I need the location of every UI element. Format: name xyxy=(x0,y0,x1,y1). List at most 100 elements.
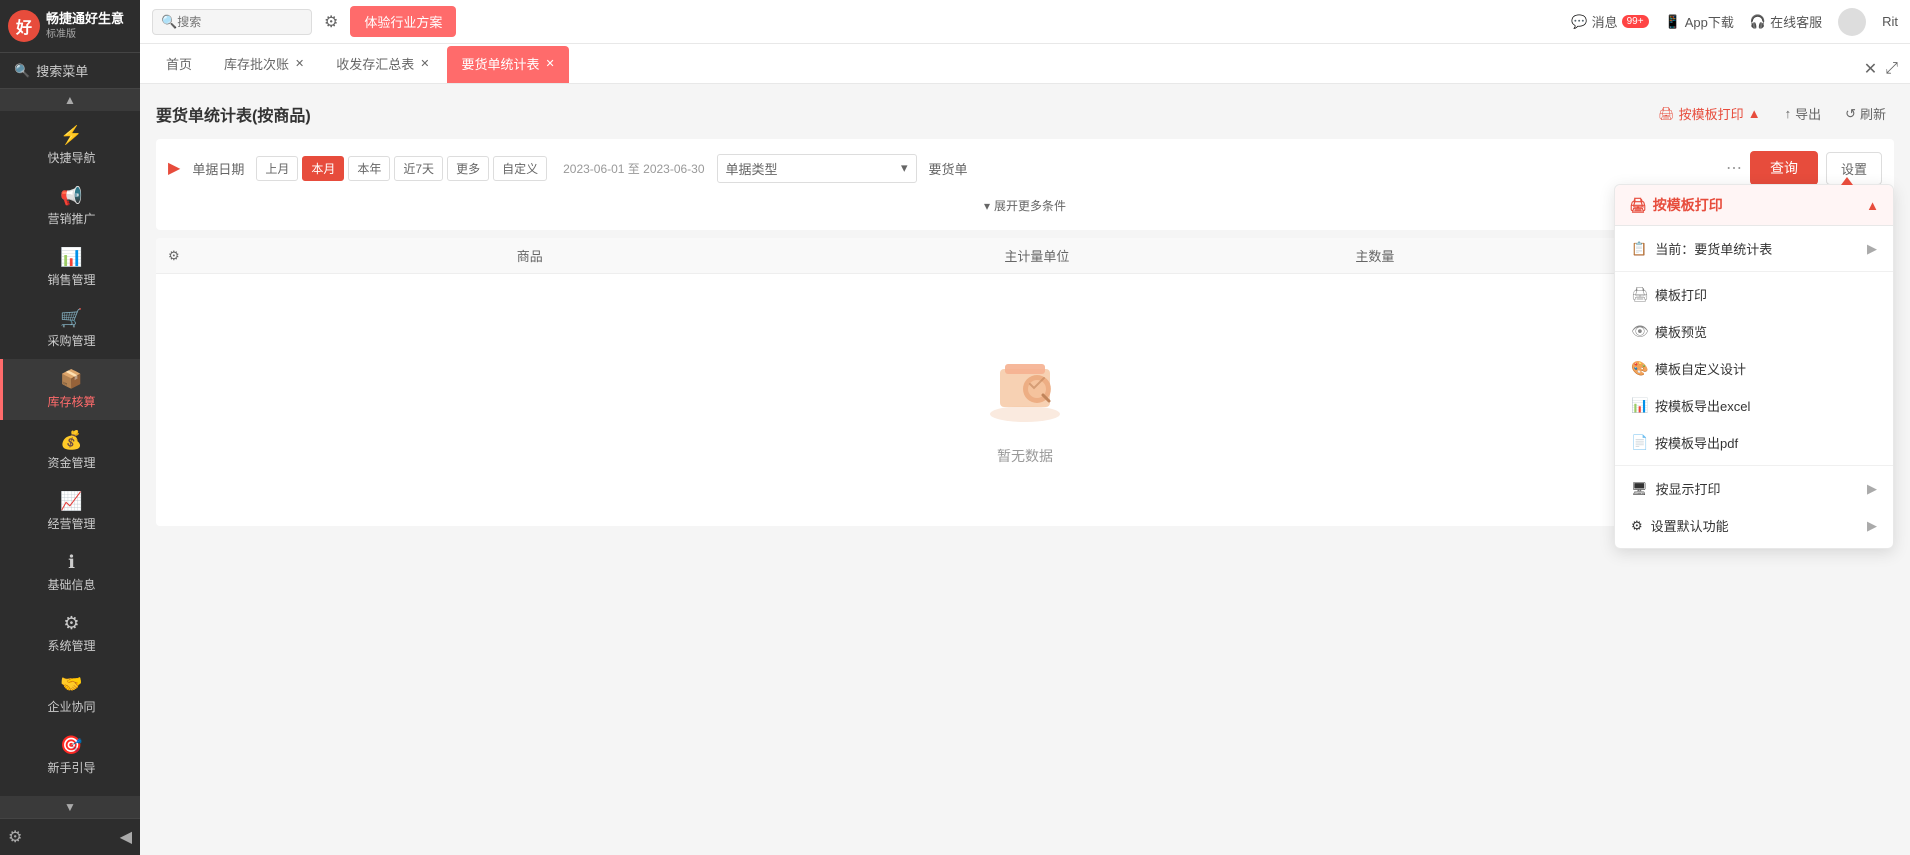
sidebar-item-quick-nav[interactable]: ⚡ 快捷导航 xyxy=(0,115,140,176)
printer-icon: 🖨 xyxy=(1658,106,1675,122)
sidebar-item-cooperation[interactable]: 🤝 企业协同 xyxy=(0,664,140,725)
expand-more-btn[interactable]: ▾ 展开更多条件 xyxy=(972,193,1078,218)
collapse-btn[interactable]: ◀ xyxy=(120,827,132,847)
guide-label: 新手引导 xyxy=(47,759,95,776)
close-all-tabs-btn[interactable]: ✕ xyxy=(1864,59,1877,79)
tab-home-label: 首页 xyxy=(166,54,192,73)
sidebar-item-sales[interactable]: 📊 销售管理 xyxy=(0,237,140,298)
sidebar-item-marketing[interactable]: 📢 营销推广 xyxy=(0,176,140,237)
sidebar-item-system[interactable]: ⚙ 系统管理 xyxy=(0,603,140,664)
sidebar-item-finance[interactable]: 💰 资金管理 xyxy=(0,420,140,481)
set-default-icon: ⚙ xyxy=(1631,518,1643,534)
tab-inventory-batch[interactable]: 库存批次账 ✕ xyxy=(210,46,318,83)
template-custom-label: 模板自定义设计 xyxy=(1655,359,1746,378)
dropdown-item-export-excel[interactable]: 📊 按模板导出excel xyxy=(1615,387,1893,424)
date-btn-custom[interactable]: 自定义 xyxy=(493,156,547,181)
template-print-icon: 🖨 xyxy=(1631,286,1647,303)
sidebar-item-app-center[interactable]: 🔲 应用中心 xyxy=(0,786,140,796)
dropdown-item-template-custom[interactable]: 🎨 模板自定义设计 xyxy=(1615,350,1893,387)
export-btn[interactable]: ↑ 导出 xyxy=(1777,100,1830,127)
sidebar-item-basic[interactable]: ℹ 基础信息 xyxy=(0,542,140,603)
avatar[interactable] xyxy=(1838,8,1866,36)
gear-icon[interactable]: ⚙ xyxy=(320,8,342,36)
purchase-label: 采购管理 xyxy=(47,332,95,349)
search-label: 搜索菜单 xyxy=(36,61,88,80)
expand-icon[interactable]: ▶ xyxy=(168,158,180,178)
date-btn-7days[interactable]: 近7天 xyxy=(394,156,443,181)
maximize-btn[interactable]: ⤢ xyxy=(1885,60,1898,78)
col-product: 商品 xyxy=(192,246,868,265)
page-header: 要货单统计表(按商品) 🖨 按模板打印 ▲ ↑ 导出 ↺ 刷新 xyxy=(156,100,1894,127)
app-download-btn[interactable]: 📱 App下载 xyxy=(1665,12,1734,31)
tab-order-stats-label: 要货单统计表 xyxy=(461,54,539,73)
online-service-label: 在线客服 xyxy=(1770,12,1822,31)
tab-inventory-batch-close[interactable]: ✕ xyxy=(295,57,304,70)
system-icon: ⚙ xyxy=(63,613,79,634)
more-options-icon[interactable]: ⋯ xyxy=(1726,158,1742,178)
sidebar-item-inventory[interactable]: 📦 库存核算 xyxy=(0,359,140,420)
expand-more-label: 展开更多条件 xyxy=(994,197,1066,214)
message-btn[interactable]: 💬 消息 99+ xyxy=(1571,12,1648,31)
tabbar: 首页 库存批次账 ✕ 收发存汇总表 ✕ 要货单统计表 ✕ ✕ ⤢ xyxy=(140,44,1910,84)
tab-receipt-summary[interactable]: 收发存汇总表 ✕ xyxy=(322,46,443,83)
dropdown-set-default[interactable]: ⚙ 设置默认功能 ▶ xyxy=(1615,507,1893,544)
dropdown-item-export-pdf[interactable]: 📄 按模板导出pdf xyxy=(1615,424,1893,461)
trial-btn[interactable]: 体验行业方案 xyxy=(350,6,456,37)
inventory-label: 库存核算 xyxy=(47,393,95,410)
sales-label: 销售管理 xyxy=(47,271,95,288)
display-print-chevron-icon: ▶ xyxy=(1867,481,1877,497)
operations-icon: 📈 xyxy=(60,491,82,512)
tab-receipt-summary-close[interactable]: ✕ xyxy=(420,57,429,70)
settings-btn[interactable]: 设置 xyxy=(1826,152,1882,185)
sidebar-item-guide[interactable]: 🎯 新手引导 xyxy=(0,725,140,786)
table-settings-icon[interactable]: ⚙ xyxy=(168,248,180,264)
order-type-select[interactable]: 单据类型 ▾ xyxy=(717,154,917,183)
tab-order-stats-close[interactable]: ✕ xyxy=(546,57,555,70)
date-btn-this-month[interactable]: 本月 xyxy=(302,156,344,181)
online-service-btn[interactable]: 🎧 在线客服 xyxy=(1750,12,1822,31)
sidebar-nav: ⚡ 快捷导航 📢 营销推广 📊 销售管理 🛒 采购管理 📦 库存核算 💰 资金管… xyxy=(0,111,140,796)
sidebar-search-item[interactable]: 🔍 搜索菜单 xyxy=(0,53,140,89)
current-item-chevron-icon: ▶ xyxy=(1867,241,1877,257)
finance-icon: 💰 xyxy=(60,430,82,451)
date-btn-more[interactable]: 更多 xyxy=(447,156,489,181)
topbar-search-box[interactable]: 🔍 xyxy=(152,9,312,35)
template-print-item-label: 模板打印 xyxy=(1655,285,1707,304)
dropdown-display-print[interactable]: 🖥 按显示打印 ▶ xyxy=(1615,470,1893,507)
settings-bottom-btn[interactable]: ⚙ xyxy=(8,827,22,847)
sidebar-item-operations[interactable]: 📈 经营管理 xyxy=(0,481,140,542)
message-label: 消息 xyxy=(1592,12,1618,31)
tab-inventory-batch-label: 库存批次账 xyxy=(224,54,289,73)
template-custom-icon: 🎨 xyxy=(1631,360,1647,377)
sidebar-bottom: ⚙ ◀ xyxy=(0,818,140,855)
sidebar-logo: 好 畅捷通好生意 标准版 xyxy=(0,0,140,53)
query-btn[interactable]: 查询 xyxy=(1750,151,1818,185)
template-print-btn[interactable]: 🖨 按模板打印 ▲ xyxy=(1650,100,1768,127)
date-btn-last-month[interactable]: 上月 xyxy=(256,156,298,181)
scroll-down-btn[interactable]: ▼ xyxy=(0,796,140,818)
tabbar-actions: ✕ ⤢ xyxy=(1864,59,1898,83)
tab-order-stats[interactable]: 要货单统计表 ✕ xyxy=(447,46,568,83)
filter-right-actions: ⋯ 查询 设置 xyxy=(1726,151,1882,185)
guide-icon: 🎯 xyxy=(60,735,82,756)
dropdown-item-template-preview[interactable]: 👁 模板预览 xyxy=(1615,313,1893,350)
refresh-btn[interactable]: ↺ 刷新 xyxy=(1837,100,1894,127)
inventory-icon: 📦 xyxy=(60,369,82,390)
topbar-right: 💬 消息 99+ 📱 App下载 🎧 在线客服 Rit xyxy=(1571,8,1898,36)
dropdown-body: 📋 当前：要货单统计表 ▶ 🖨 模板打印 👁 模板预览 🎨 模板自定义设计 xyxy=(1615,226,1893,548)
col-quantity: 主数量 xyxy=(1206,246,1544,265)
template-preview-label: 模板预览 xyxy=(1655,322,1707,341)
cooperation-icon: 🤝 xyxy=(60,674,82,695)
date-btn-this-year[interactable]: 本年 xyxy=(348,156,390,181)
dropdown-title: 按模板打印 xyxy=(1653,195,1723,215)
dropdown-header[interactable]: 🖨 按模板打印 ▲ xyxy=(1615,185,1893,226)
dropdown-current-item[interactable]: 📋 当前：要货单统计表 ▶ xyxy=(1615,230,1893,267)
order-type-chevron: ▾ xyxy=(901,160,908,176)
dropdown-item-template-print[interactable]: 🖨 模板打印 xyxy=(1615,276,1893,313)
search-input[interactable] xyxy=(177,15,297,29)
sidebar-item-purchase[interactable]: 🛒 采购管理 xyxy=(0,298,140,359)
scroll-up-btn[interactable]: ▲ xyxy=(0,89,140,111)
template-print-label: 按模板打印 xyxy=(1679,104,1744,123)
tab-home[interactable]: 首页 xyxy=(152,46,206,83)
purchase-icon: 🛒 xyxy=(60,308,82,329)
